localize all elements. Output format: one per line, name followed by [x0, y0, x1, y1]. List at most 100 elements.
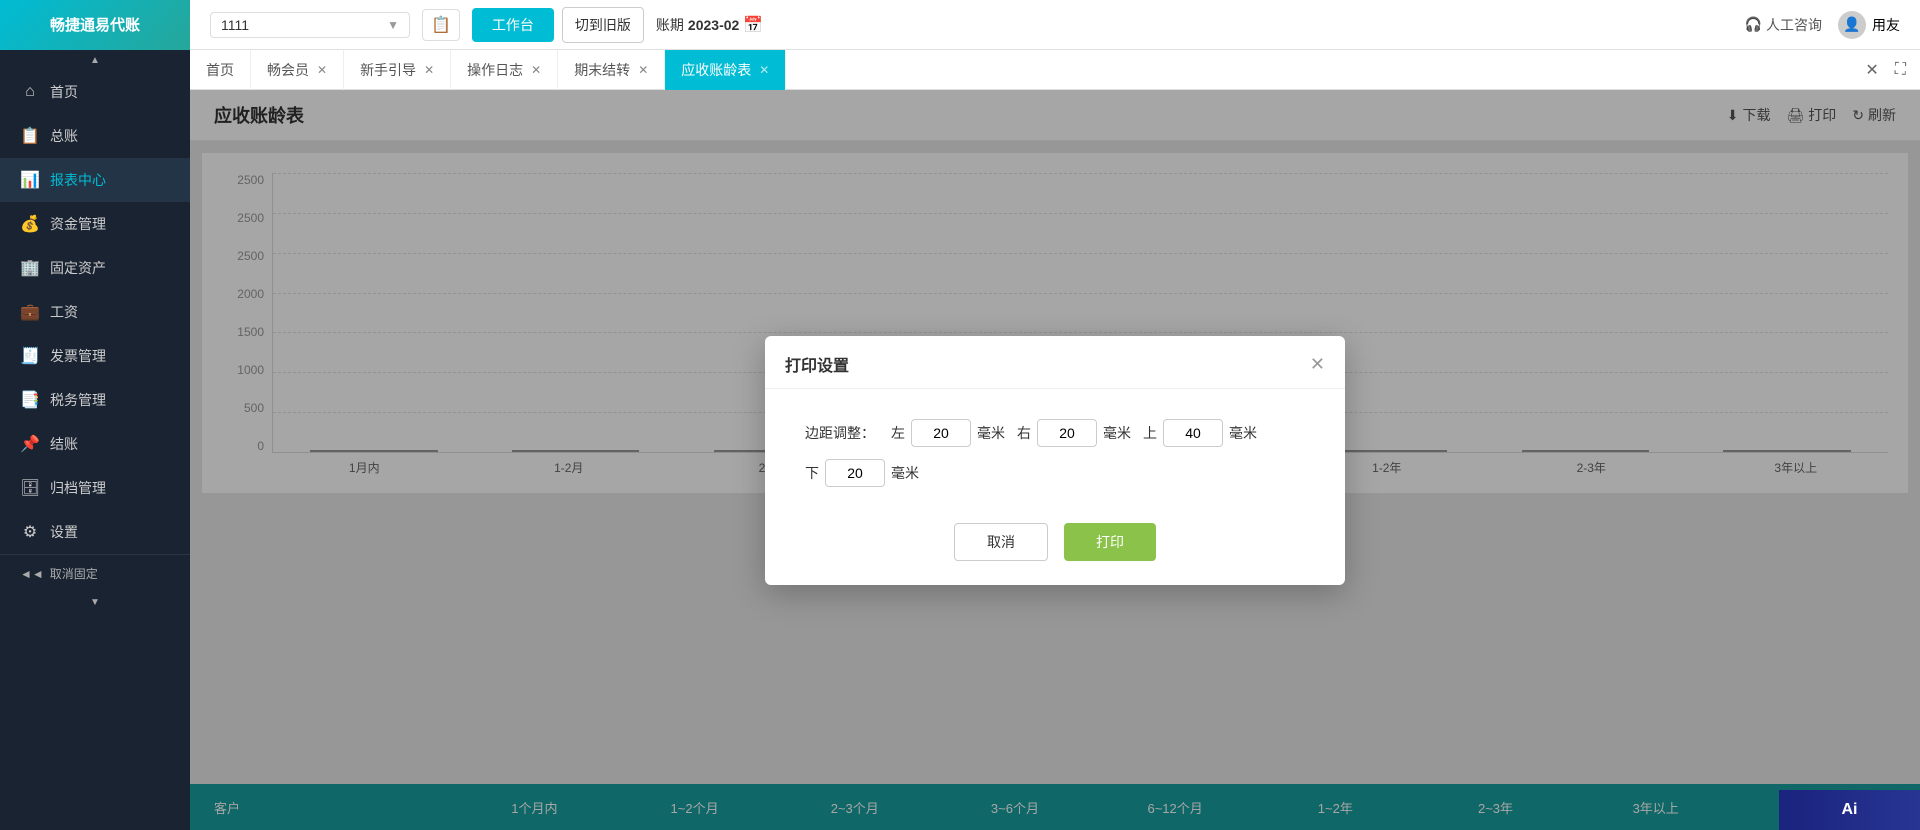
tab-label-5: 应收账龄表: [681, 60, 751, 80]
period-label: 账期: [656, 15, 684, 35]
sidebar-label-5: 工资: [50, 302, 78, 322]
sidebar-item-设置[interactable]: ⚙ 设置: [0, 510, 190, 554]
sidebar-item-税务管理[interactable]: 📑 税务管理: [0, 378, 190, 422]
sidebar-label-8: 结账: [50, 434, 78, 454]
dialog-close-button[interactable]: ✕: [1310, 355, 1325, 373]
sidebar-label-10: 设置: [50, 522, 78, 542]
user-area[interactable]: 👤 用友: [1838, 11, 1900, 39]
tab-label-2: 新手引导: [360, 60, 416, 80]
consult-label: 人工咨询: [1766, 15, 1822, 35]
bottom-margin-group: 下 毫米: [805, 459, 919, 487]
bottom-unit: 毫米: [891, 463, 919, 483]
margin-row: 边距调整： 左 毫米 右 毫米: [805, 419, 1305, 487]
calendar-icon[interactable]: 📅: [743, 15, 763, 35]
sidebar-scroll-up[interactable]: ▲: [0, 50, 190, 70]
tab-close-4[interactable]: ✕: [638, 63, 648, 77]
pin-icon: ◄◄: [20, 567, 44, 581]
overlay: 打印设置 ✕ 边距调整： 左 毫米 右: [190, 90, 1920, 830]
page-content: 应收账龄表 ⬇ 下载 🖨 打印 ↻ 刷新: [190, 90, 1920, 830]
headset-icon: 🎧: [1745, 16, 1762, 33]
expand-tab-button[interactable]: ⛶: [1891, 57, 1910, 83]
sidebar-label-0: 首页: [50, 82, 78, 102]
ai-label: Ai: [1842, 801, 1858, 819]
sidebar-icon-1: 📋: [20, 126, 40, 146]
chevron-down-icon: ▼: [387, 18, 399, 32]
right-margin-input[interactable]: [1037, 419, 1097, 447]
bottom-label: 下: [805, 463, 819, 483]
sidebar-item-首页[interactable]: ⌂ 首页: [0, 70, 190, 114]
confirm-print-button[interactable]: 打印: [1064, 523, 1156, 561]
tab-操作日志[interactable]: 操作日志 ✕: [451, 50, 558, 90]
sidebar: ▲ ⌂ 首页 📋 总账 📊 报表中心 💰资金管理🏢固定资产💼工资 🧾 发票管理 📑 税务管理 📌结账🗄…: [0, 50, 190, 830]
sidebar-label-6: 发票管理: [50, 346, 106, 366]
copy-button[interactable]: 📋: [422, 9, 460, 41]
tabs-bar: 首页畅会员✕新手引导✕操作日志✕期末结转✕应收账龄表✕ ✕ ⛶: [190, 50, 1920, 90]
tabs-actions: ✕ ⛶: [1861, 56, 1920, 84]
tab-首页[interactable]: 首页: [190, 50, 251, 90]
dialog-body: 边距调整： 左 毫米 右 毫米: [765, 389, 1345, 507]
right-label: 右: [1017, 423, 1031, 443]
sidebar-item-工资[interactable]: 💼工资: [0, 290, 190, 334]
right-margin-group: 右 毫米: [1017, 419, 1131, 447]
sidebar-icon-7: 📑: [20, 390, 40, 410]
close-tab-button[interactable]: ✕: [1861, 56, 1882, 84]
bottom-margin-input[interactable]: [825, 459, 885, 487]
sidebar-collapse-button[interactable]: ◄◄ 取消固定: [0, 554, 190, 592]
tab-close-3[interactable]: ✕: [531, 63, 541, 77]
sidebar-item-结账[interactable]: 📌结账: [0, 422, 190, 466]
content-area: 首页畅会员✕新手引导✕操作日志✕期末结转✕应收账龄表✕ ✕ ⛶ 应收账龄表 ⬇ …: [190, 50, 1920, 830]
left-label: 左: [891, 423, 905, 443]
margin-adjust-label: 边距调整：: [805, 423, 875, 443]
dialog-header: 打印设置 ✕: [765, 336, 1345, 389]
consult-button[interactable]: 🎧 人工咨询: [1745, 15, 1822, 35]
period-value: 2023-02: [688, 17, 739, 33]
sidebar-icon-2: 📊: [20, 170, 40, 190]
top-margin-group: 上 毫米: [1143, 419, 1257, 447]
user-label: 用友: [1872, 15, 1900, 35]
logo-area: 畅捷通易代账: [0, 0, 190, 50]
tab-close-2[interactable]: ✕: [424, 63, 434, 77]
sidebar-icon-6: 🧾: [20, 346, 40, 366]
logo-text: 畅捷通易代账: [50, 14, 140, 35]
company-selector[interactable]: 1111 ▼: [210, 12, 410, 38]
sidebar-label-1: 总账: [50, 126, 78, 146]
tab-新手引导[interactable]: 新手引导 ✕: [344, 50, 451, 90]
sidebar-item-总账[interactable]: 📋 总账: [0, 114, 190, 158]
sidebar-item-报表中心[interactable]: 📊 报表中心: [0, 158, 190, 202]
sidebar-label-9: 归档管理: [50, 478, 106, 498]
print-settings-dialog: 打印设置 ✕ 边距调整： 左 毫米 右: [765, 336, 1345, 585]
header-right: 🎧 人工咨询 👤 用友: [1745, 11, 1900, 39]
sidebar-label-2: 报表中心: [50, 170, 106, 190]
sidebar-icon-4: 🏢: [20, 258, 40, 278]
tab-label-1: 畅会员: [267, 60, 309, 80]
sidebar-item-资金管理[interactable]: 💰资金管理: [0, 202, 190, 246]
sidebar-label-3: 资金管理: [50, 214, 106, 234]
sidebar-item-发票管理[interactable]: 🧾 发票管理: [0, 334, 190, 378]
cancel-button[interactable]: 取消: [954, 523, 1048, 561]
tab-close-5[interactable]: ✕: [759, 63, 769, 77]
tab-label-3: 操作日志: [467, 60, 523, 80]
avatar: 👤: [1838, 11, 1866, 39]
sidebar-label-7: 税务管理: [50, 390, 106, 410]
tab-期末结转[interactable]: 期末结转✕: [558, 50, 665, 90]
dialog-footer: 取消 打印: [765, 507, 1345, 585]
tab-close-1[interactable]: ✕: [317, 63, 327, 77]
tab-应收账龄表[interactable]: 应收账龄表 ✕: [665, 50, 786, 90]
workbench-button[interactable]: 工作台: [472, 8, 554, 42]
left-margin-input[interactable]: [911, 419, 971, 447]
main-layout: ▲ ⌂ 首页 📋 总账 📊 报表中心 💰资金管理🏢固定资产💼工资 🧾 发票管理 📑 税务管理 📌结账🗄…: [0, 50, 1920, 830]
sidebar-item-归档管理[interactable]: 🗄归档管理: [0, 466, 190, 510]
sidebar-icon-0: ⌂: [20, 83, 40, 101]
collapse-label: 取消固定: [50, 565, 98, 582]
company-name: 1111: [221, 17, 381, 33]
tab-畅会员[interactable]: 畅会员 ✕: [251, 50, 344, 90]
dialog-title: 打印设置: [785, 352, 849, 376]
top-margin-input[interactable]: [1163, 419, 1223, 447]
tab-label-0: 首页: [206, 60, 234, 80]
sidebar-scroll-down[interactable]: ▼: [0, 592, 190, 612]
old-version-button[interactable]: 切到旧版: [562, 7, 644, 43]
sidebar-item-固定资产[interactable]: 🏢固定资产: [0, 246, 190, 290]
sidebar-icon-10: ⚙: [20, 522, 40, 542]
ai-float-button[interactable]: Ai: [1779, 790, 1920, 830]
left-margin-group: 左 毫米: [891, 419, 1005, 447]
